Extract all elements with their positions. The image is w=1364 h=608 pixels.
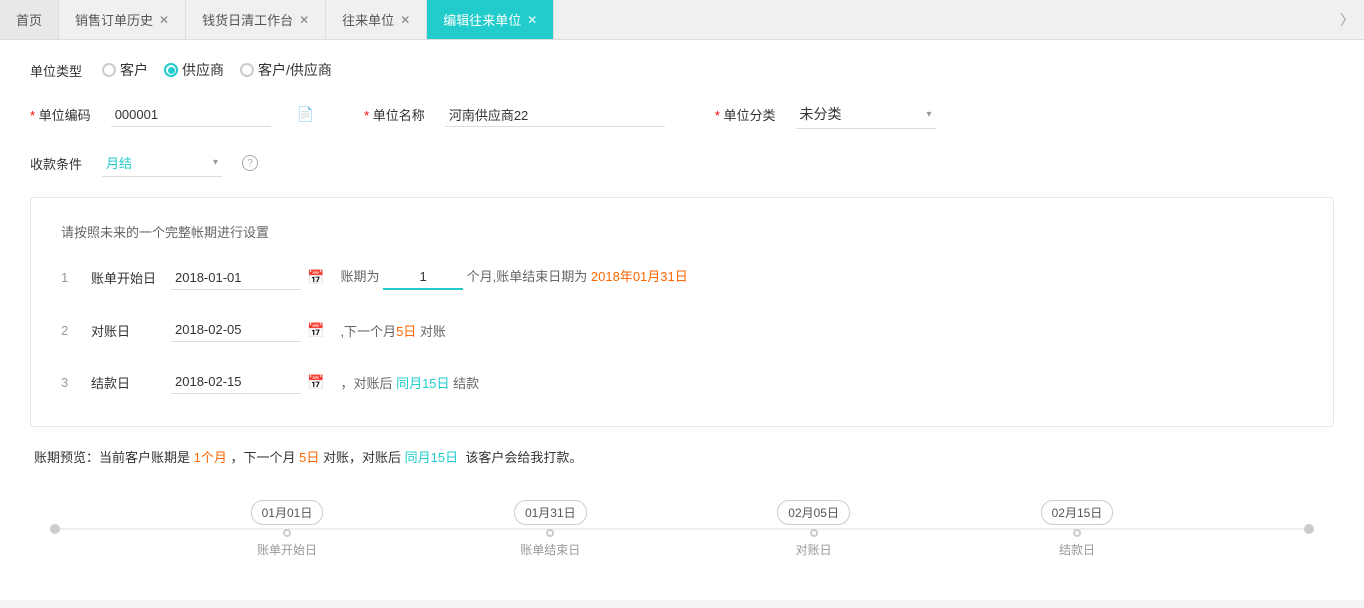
row-num-2: 2 bbox=[61, 323, 91, 338]
timeline-dot-2 bbox=[546, 529, 554, 537]
reconcile-label: 对账日 bbox=[91, 321, 171, 340]
radio-customer-circle bbox=[102, 63, 116, 77]
radio-supplier-label: 供应商 bbox=[182, 60, 224, 80]
radio-customer[interactable]: 客户 bbox=[102, 60, 148, 80]
timeline-dot-4 bbox=[1073, 529, 1081, 537]
radio-both-circle bbox=[240, 63, 254, 77]
row-num-3: 3 bbox=[61, 375, 91, 390]
chevron-down-icon: ▾ bbox=[213, 157, 218, 168]
payment-desc: ，对账后 同月15日 结款 bbox=[340, 373, 479, 392]
preview-text2: 对账，对账后 bbox=[323, 450, 401, 465]
tab-home[interactable]: 首页 bbox=[0, 0, 59, 39]
timeline-badge-3: 02月05日 bbox=[777, 500, 850, 525]
main-content: 单位类型 客户 供应商 客户/供应商 单位编码 📄 单位名称 单位分类 未分类 bbox=[0, 40, 1364, 600]
timeline-label-3: 对账日 bbox=[796, 541, 832, 558]
payment-terms-dropdown[interactable]: 月结 ▾ bbox=[102, 149, 222, 177]
tab-expand[interactable]: 〉 bbox=[1330, 0, 1364, 39]
timeline-point-1: 01月01日 账单开始日 bbox=[251, 500, 324, 558]
radio-both-label: 客户/供应商 bbox=[258, 60, 332, 80]
timeline-label-2: 账单结束日 bbox=[520, 541, 580, 558]
timeline-end bbox=[1304, 524, 1314, 534]
timeline-start bbox=[50, 524, 60, 534]
close-icon[interactable]: ✕ bbox=[400, 13, 410, 27]
billing-start-date[interactable] bbox=[171, 266, 301, 290]
payment-label: 结款日 bbox=[91, 373, 171, 392]
unit-category-label: 单位分类 bbox=[715, 105, 776, 124]
timeline-dot-end bbox=[1304, 524, 1314, 534]
unit-category-value: 未分类 bbox=[800, 104, 842, 124]
radio-supplier[interactable]: 供应商 bbox=[164, 60, 224, 80]
unit-code-input[interactable] bbox=[111, 103, 271, 127]
close-icon[interactable]: ✕ bbox=[159, 13, 169, 27]
payment-day: 同月15日 bbox=[396, 376, 449, 391]
row-num-1: 1 bbox=[61, 270, 91, 285]
close-icon[interactable]: ✕ bbox=[527, 13, 537, 27]
period-settings-section: 请按照未来的一个完整帐期进行设置 1 账单开始日 📅 账期为 个月,账单结束日期… bbox=[30, 197, 1334, 427]
help-icon[interactable]: ? bbox=[242, 155, 258, 171]
timeline-badge-1: 01月01日 bbox=[251, 500, 324, 525]
reconcile-date[interactable] bbox=[171, 318, 301, 342]
preview-reconcile-day: 5日 bbox=[299, 450, 319, 465]
timeline: 01月01日 账单开始日 01月31日 账单结束日 02月05日 对账日 02月… bbox=[30, 490, 1334, 568]
period-months-input[interactable] bbox=[383, 265, 463, 290]
timeline-dot-3 bbox=[810, 529, 818, 537]
timeline-point-3: 02月05日 对账日 bbox=[777, 500, 850, 558]
unit-type-row: 单位类型 客户 供应商 客户/供应商 bbox=[30, 60, 1334, 80]
preview-text: 账期预览：当前客户账期是 1个月 ，下一个月 5日 对账，对账后 同月15日 该… bbox=[30, 447, 1334, 466]
calendar-icon[interactable]: 📅 bbox=[307, 269, 324, 286]
reconcile-day: 5日 bbox=[396, 324, 416, 339]
unit-name-label: 单位名称 bbox=[364, 105, 425, 124]
billing-start-label: 账单开始日 bbox=[91, 268, 171, 287]
tab-edit-partner-label: 编辑往来单位 bbox=[443, 10, 521, 29]
radio-group: 客户 供应商 客户/供应商 bbox=[102, 60, 332, 80]
tab-bar: 首页 销售订单历史 ✕ 钱货日清工作台 ✕ 往来单位 ✕ 编辑往来单位 ✕ 〉 bbox=[0, 0, 1364, 40]
timeline-dot-1 bbox=[283, 529, 291, 537]
chevron-down-icon: ▾ bbox=[926, 109, 931, 120]
preview-payment-day: 同月15日 bbox=[405, 450, 458, 465]
payment-date[interactable] bbox=[171, 370, 301, 394]
radio-customer-label: 客户 bbox=[120, 60, 148, 80]
unit-category-dropdown[interactable]: 未分类 ▾ bbox=[796, 100, 936, 129]
timeline-badge-4: 02月15日 bbox=[1041, 500, 1114, 525]
unit-info-row: 单位编码 📄 单位名称 单位分类 未分类 ▾ bbox=[30, 100, 1334, 129]
calendar-icon[interactable]: 📅 bbox=[307, 374, 324, 391]
payment-terms-row: 收款条件 月结 ▾ ? bbox=[30, 149, 1334, 177]
tab-home-label: 首页 bbox=[16, 10, 42, 29]
tab-edit-partner[interactable]: 编辑往来单位 ✕ bbox=[427, 0, 554, 39]
unit-name-input[interactable] bbox=[445, 103, 665, 127]
preview-label: 账期预览：当前客户账期是 bbox=[34, 450, 190, 465]
period-desc: 账期为 个月,账单结束日期为 2018年01月31日 bbox=[340, 265, 687, 290]
timeline-dot-start bbox=[50, 524, 60, 534]
unit-code-label: 单位编码 bbox=[30, 105, 91, 124]
timeline-label-1: 账单开始日 bbox=[257, 541, 317, 558]
doc-icon[interactable]: 📄 bbox=[297, 106, 314, 123]
calendar-icon[interactable]: 📅 bbox=[307, 322, 324, 339]
timeline-badge-2: 01月31日 bbox=[514, 500, 587, 525]
payment-terms-value: 月结 bbox=[106, 153, 132, 172]
preview-text3: 该客户会给我打款。 bbox=[462, 450, 583, 465]
reconcile-desc: ,下一个月5日 对账 bbox=[340, 321, 445, 340]
unit-type-label: 单位类型 bbox=[30, 61, 82, 80]
reconcile-row: 2 对账日 📅 ,下一个月5日 对账 bbox=[61, 318, 1303, 342]
tab-partner-label: 往来单位 bbox=[342, 10, 394, 29]
section-instruction: 请按照未来的一个完整帐期进行设置 bbox=[61, 222, 1303, 241]
timeline-point-2: 01月31日 账单结束日 bbox=[514, 500, 587, 558]
billing-end-date: 2018年01月31日 bbox=[591, 269, 688, 284]
radio-supplier-circle bbox=[164, 63, 178, 77]
preview-text1: ，下一个月 bbox=[231, 450, 296, 465]
tab-cash-work-label: 钱货日清工作台 bbox=[202, 10, 293, 29]
timeline-label-4: 结款日 bbox=[1059, 541, 1095, 558]
tab-sales-history[interactable]: 销售订单历史 ✕ bbox=[59, 0, 186, 39]
timeline-point-4: 02月15日 结款日 bbox=[1041, 500, 1114, 558]
close-icon[interactable]: ✕ bbox=[299, 13, 309, 27]
tab-partner[interactable]: 往来单位 ✕ bbox=[326, 0, 427, 39]
payment-terms-label: 收款条件 bbox=[30, 154, 82, 173]
tab-sales-history-label: 销售订单历史 bbox=[75, 10, 153, 29]
radio-both[interactable]: 客户/供应商 bbox=[240, 60, 332, 80]
tab-cash-work[interactable]: 钱货日清工作台 ✕ bbox=[186, 0, 326, 39]
billing-start-row: 1 账单开始日 📅 账期为 个月,账单结束日期为 2018年01月31日 bbox=[61, 265, 1303, 290]
preview-months: 1个月 bbox=[194, 450, 227, 465]
payment-row: 3 结款日 📅 ，对账后 同月15日 结款 bbox=[61, 370, 1303, 394]
